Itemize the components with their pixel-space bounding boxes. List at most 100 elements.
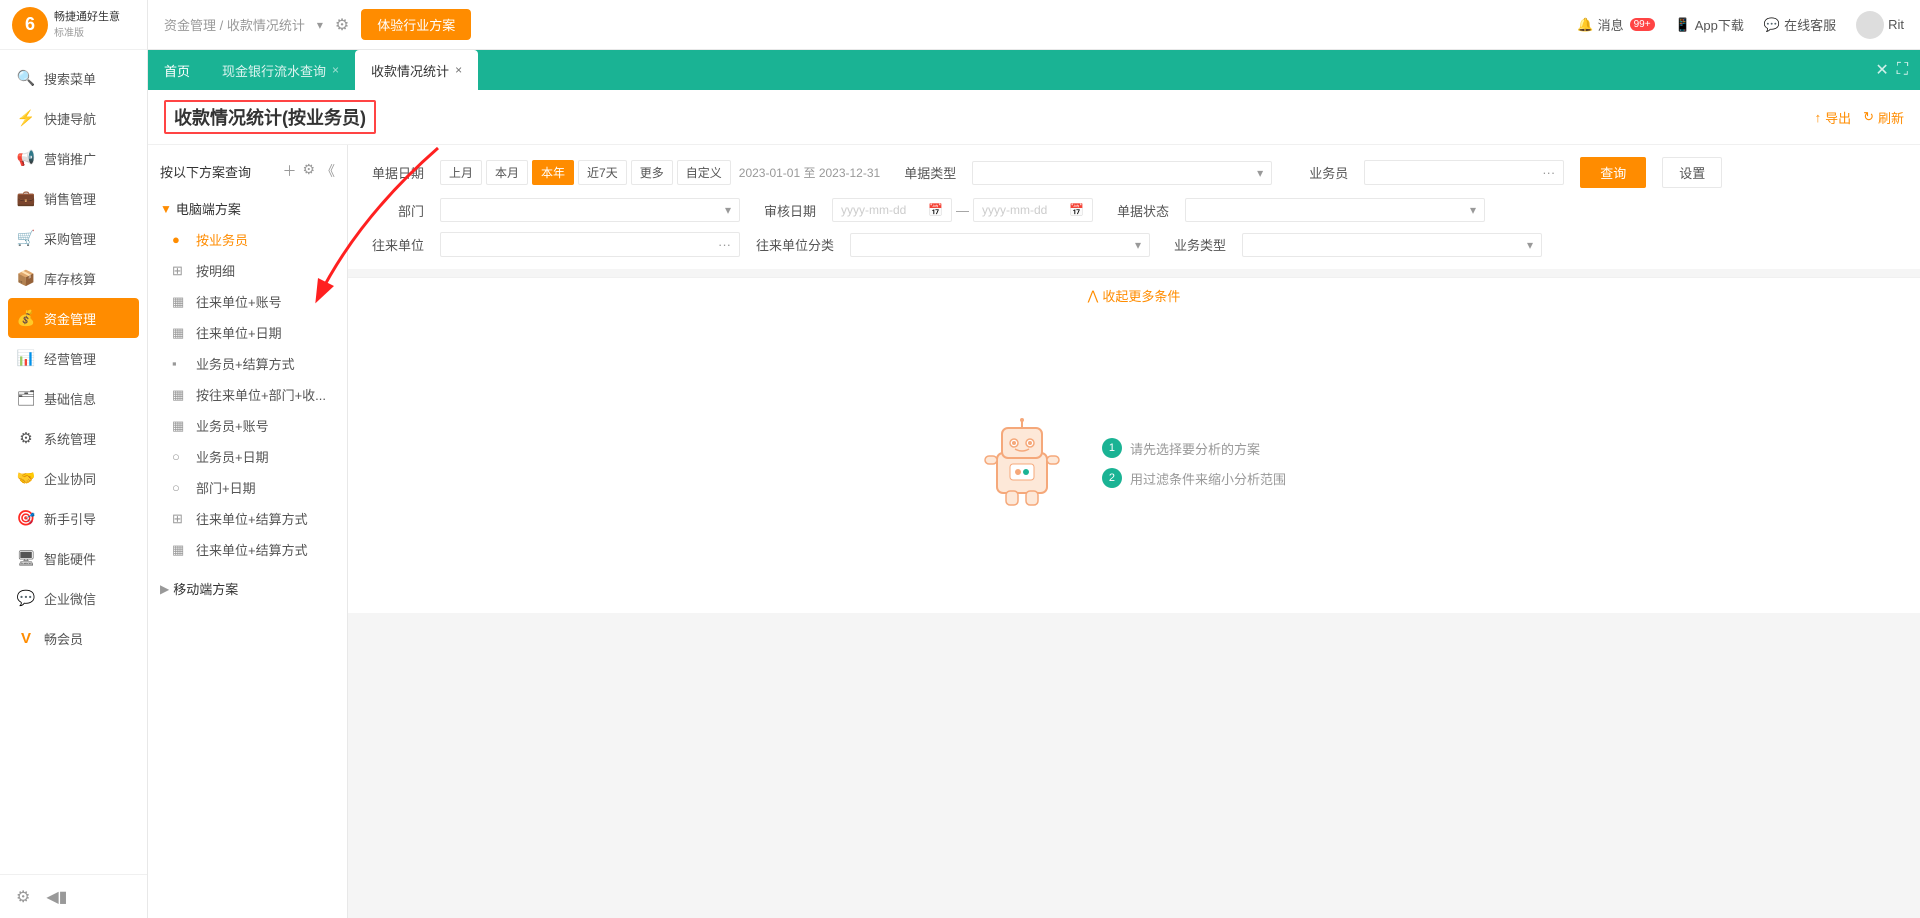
collapse-panel-icon[interactable]: 《 xyxy=(321,161,335,181)
grid2-icon: ⊞ xyxy=(172,510,190,528)
online-service-item[interactable]: 💬 在线客服 xyxy=(1764,15,1836,34)
table4-icon: ▦ xyxy=(172,417,190,435)
sales-icon: 💼 xyxy=(16,188,36,208)
date-separator: — xyxy=(956,203,969,218)
calendar-start-icon: 📅 xyxy=(928,203,943,217)
docstatus-select[interactable]: ▾ xyxy=(1185,198,1485,222)
scheme-by-sales-account[interactable]: ▦ 业务员+账号 xyxy=(148,410,347,441)
sidebar-nav: 🔍 搜索菜单 ⚡ 快捷导航 📢 营销推广 💼 销售管理 🛒 采购管理 📦 库存核… xyxy=(0,50,147,874)
step-1-num: 1 xyxy=(1102,438,1122,458)
sidebar-item-marketing[interactable]: 📢 营销推广 xyxy=(0,138,147,178)
review-date-end[interactable]: yyyy-mm-dd 📅 xyxy=(973,198,1093,222)
tab-bank[interactable]: 现金银行流水查询 × xyxy=(206,50,355,90)
tab-home[interactable]: 首页 xyxy=(148,50,206,90)
user-avatar-item[interactable]: Rit xyxy=(1856,11,1904,39)
dept-label: 部门 xyxy=(364,201,424,220)
sidebar-item-corp[interactable]: 🤝 企业协同 xyxy=(0,458,147,498)
unit-more-icon: ··· xyxy=(718,237,731,252)
tab-close-all-icon[interactable]: ✕ xyxy=(1875,60,1888,80)
desktop-toggle-icon: ▼ xyxy=(160,202,172,216)
circle1-icon: ○ xyxy=(172,448,190,466)
sidebar-item-purchase[interactable]: 🛒 采购管理 xyxy=(0,218,147,258)
salesperson-label: 业务员 xyxy=(1288,163,1348,182)
sidebar-footer: ⚙ ◀▮ xyxy=(0,874,147,918)
scheme-by-detail[interactable]: ⊞ 按明细 xyxy=(148,255,347,286)
tab-expand-icon[interactable]: ⛶ xyxy=(1897,61,1908,79)
scheme-by-unit-account[interactable]: ▦ 往来单位+账号 xyxy=(148,286,347,317)
date-btn-thisyear[interactable]: 本年 xyxy=(532,160,574,185)
scheme-by-unit-dept[interactable]: ▦ 按往来单位+部门+收... xyxy=(148,379,347,410)
collapse-bar[interactable]: ⋀ 收起更多条件 xyxy=(348,277,1920,313)
query-button[interactable]: 查询 xyxy=(1580,157,1646,188)
date-btn-thismonth[interactable]: 本月 xyxy=(486,160,528,185)
refresh-icon: ↻ xyxy=(1863,109,1874,125)
marketing-icon: 📢 xyxy=(16,148,36,168)
biztype-select[interactable]: ▾ xyxy=(1242,233,1542,257)
message-item[interactable]: 🔔 消息 99+ xyxy=(1577,15,1654,34)
sidebar-item-hardware[interactable]: 🖥 智能硬件 xyxy=(0,538,147,578)
page-title: 收款情况统计(按业务员) xyxy=(164,100,376,134)
system-icon: ⚙ xyxy=(16,428,36,448)
breadcrumb-dropdown[interactable]: ▾ xyxy=(317,18,323,32)
scheme-by-unit-settlement2[interactable]: ▦ 往来单位+结算方式 xyxy=(148,534,347,565)
unit-select[interactable]: ··· xyxy=(440,232,740,257)
collapse-footer-icon[interactable]: ◀▮ xyxy=(46,887,67,907)
purchase-icon: 🛒 xyxy=(16,228,36,248)
desktop-section-label: 电脑端方案 xyxy=(176,199,241,218)
sidebar-item-inventory[interactable]: 📦 库存核算 xyxy=(0,258,147,298)
left-panel: 按以下方案查询 ＋ ⚙ 《 ▼ 电脑端方案 ● 按业务员 ⊞ xyxy=(148,145,348,918)
dept-select[interactable]: ▾ xyxy=(440,198,740,222)
sidebar-item-sales[interactable]: 💼 销售管理 xyxy=(0,178,147,218)
sidebar-item-operations[interactable]: 📊 经营管理 xyxy=(0,338,147,378)
date-btn-more[interactable]: 更多 xyxy=(631,160,673,185)
sidebar-item-system[interactable]: ⚙ 系统管理 xyxy=(0,418,147,458)
scheme-by-sales-date[interactable]: ○ 业务员+日期 xyxy=(148,441,347,472)
scheme-by-dept-date[interactable]: ○ 部门+日期 xyxy=(148,472,347,503)
date-btn-7days[interactable]: 近7天 xyxy=(578,160,627,185)
tabbar: 首页 现金银行流水查询 × 收款情况统计 × ✕ ⛶ xyxy=(148,50,1920,90)
sidebar-item-vip[interactable]: V 畅会员 xyxy=(0,618,147,658)
date-btn-lastmonth[interactable]: 上月 xyxy=(440,160,482,185)
add-scheme-icon[interactable]: ＋ xyxy=(282,161,296,181)
settings-footer-icon[interactable]: ⚙ xyxy=(16,887,30,907)
unit-category-select[interactable]: ▾ xyxy=(850,233,1150,257)
scheme-by-unit-settlement1[interactable]: ⊞ 往来单位+结算方式 xyxy=(148,503,347,534)
export-button[interactable]: ↑ 导出 xyxy=(1815,108,1852,127)
tab-receipt-close[interactable]: × xyxy=(455,63,462,77)
scheme-by-salesperson[interactable]: ● 按业务员 xyxy=(148,224,347,255)
mobile-section-header[interactable]: ▶ 移动端方案 xyxy=(148,573,347,604)
doctype-select[interactable]: ▾ xyxy=(972,161,1272,185)
sidebar-item-search[interactable]: 🔍 搜索菜单 xyxy=(0,58,147,98)
review-date-start[interactable]: yyyy-mm-dd 📅 xyxy=(832,198,952,222)
empty-step-2: 2 用过滤条件来缩小分析范围 xyxy=(1102,468,1286,488)
scheme-by-unit-date[interactable]: ▦ 往来单位+日期 xyxy=(148,317,347,348)
sidebar-item-base[interactable]: 🗂 基础信息 xyxy=(0,378,147,418)
date-btn-custom[interactable]: 自定义 xyxy=(677,160,731,185)
desktop-section-header[interactable]: ▼ 电脑端方案 xyxy=(148,193,347,224)
dept-arrow-icon: ▾ xyxy=(725,203,731,217)
refresh-button[interactable]: ↻ 刷新 xyxy=(1863,108,1904,127)
download-icon: 📱 xyxy=(1675,17,1691,33)
sidebar-item-quick[interactable]: ⚡ 快捷导航 xyxy=(0,98,147,138)
salesperson-select[interactable]: ··· xyxy=(1364,160,1564,185)
sidebar-item-wechat[interactable]: 💬 企业微信 xyxy=(0,578,147,618)
topbar-gear-icon[interactable]: ⚙ xyxy=(335,15,349,35)
sidebar-item-guide[interactable]: 🎯 新手引导 xyxy=(0,498,147,538)
tab-receipt[interactable]: 收款情况统计 × xyxy=(355,50,478,90)
step-2-num: 2 xyxy=(1102,468,1122,488)
tab-bank-close[interactable]: × xyxy=(332,63,339,77)
date-range-value: 2023-01-01 至 2023-12-31 xyxy=(739,164,880,181)
breadcrumb: 资金管理 / 收款情况统计 xyxy=(164,15,305,34)
inventory-icon: 📦 xyxy=(16,268,36,288)
collapse-arrow-icon: ⋀ xyxy=(1088,288,1099,304)
app-download-item[interactable]: 📱 App下载 xyxy=(1675,15,1744,34)
circle2-icon: ○ xyxy=(172,479,190,497)
date-label: 单据日期 xyxy=(364,163,424,182)
mobile-toggle-icon: ▶ xyxy=(160,582,169,596)
sidebar-item-finance[interactable]: 💰 资金管理 xyxy=(8,298,139,338)
trial-button[interactable]: 体验行业方案 xyxy=(361,9,471,40)
settings-scheme-icon[interactable]: ⚙ xyxy=(302,161,315,181)
setting-button[interactable]: 设置 xyxy=(1662,157,1722,188)
scheme-by-sales-settlement[interactable]: ▪ 业务员+结算方式 xyxy=(148,348,347,379)
review-date-group: yyyy-mm-dd 📅 — yyyy-mm-dd 📅 xyxy=(832,198,1093,222)
